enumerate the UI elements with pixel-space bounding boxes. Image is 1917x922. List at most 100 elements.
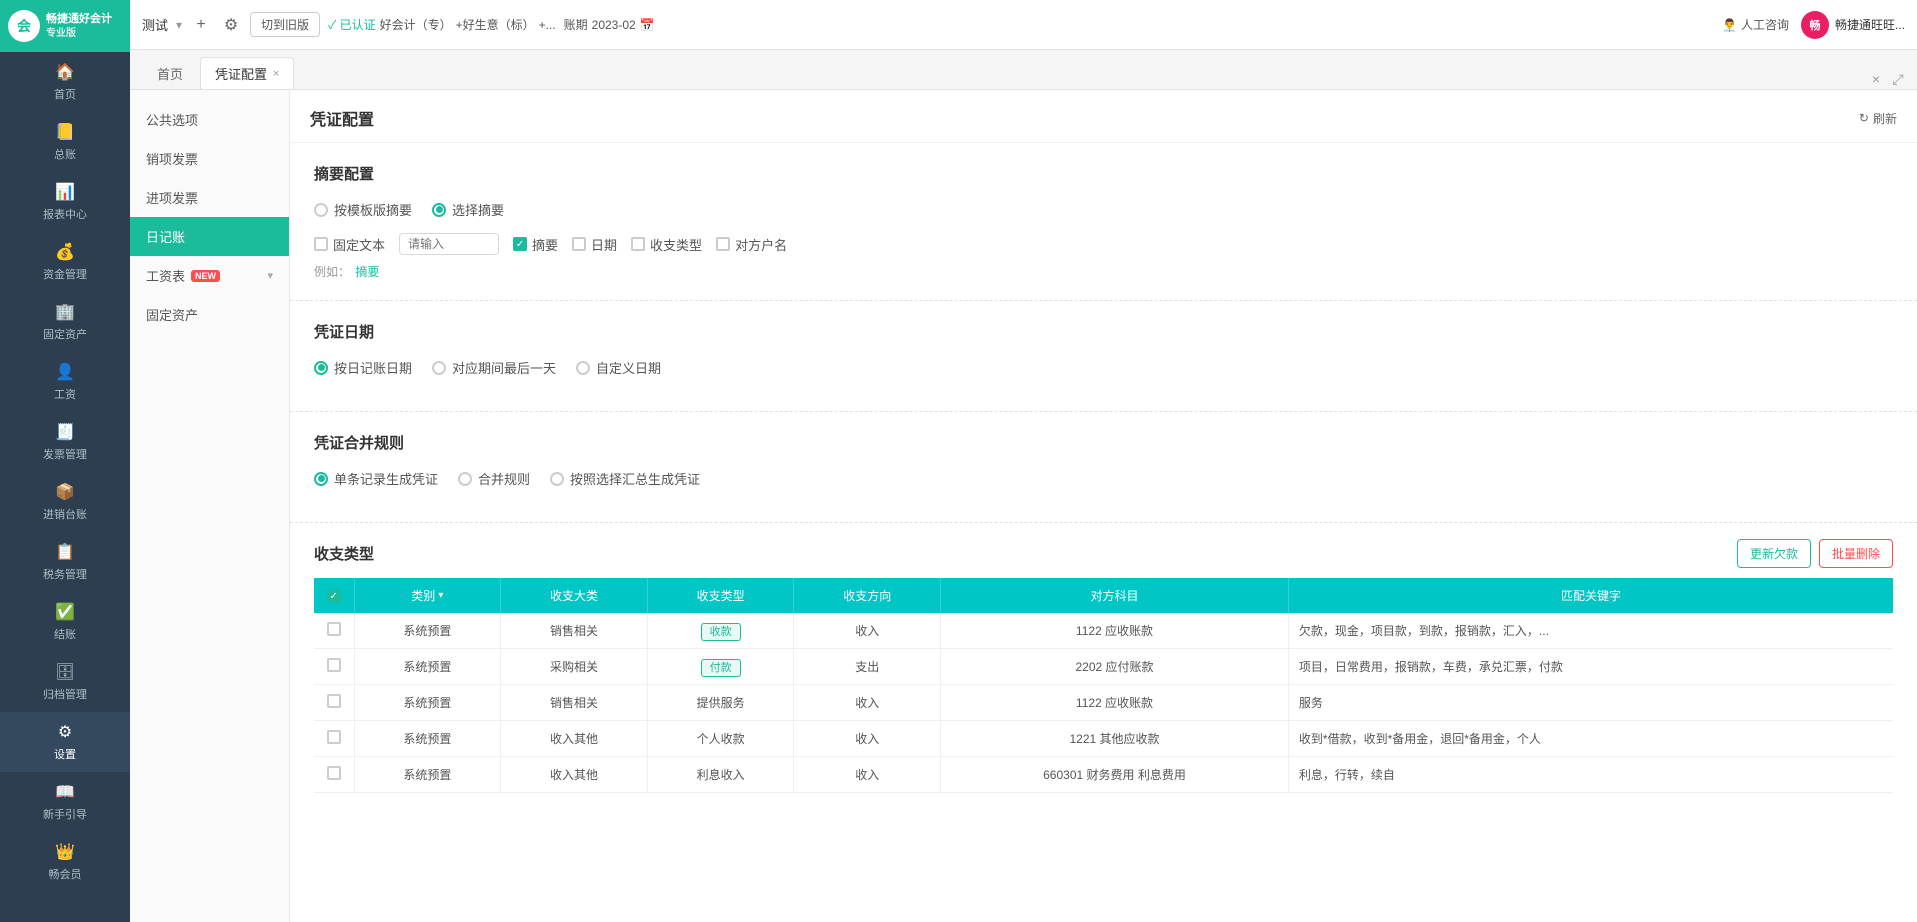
sidebar-item-purchase[interactable]: 📦 进销台账 — [0, 472, 130, 532]
sidebar-item-settings[interactable]: ⚙ 设置 — [0, 712, 130, 772]
radio-custom-date[interactable]: 自定义日期 — [576, 358, 661, 377]
sidebar-item-funds[interactable]: 💰 资金管理 — [0, 232, 130, 292]
row-account: 1122 应收账款 — [941, 685, 1289, 721]
consult-button[interactable]: 👨‍💼 人工咨询 — [1722, 16, 1789, 33]
settings-button[interactable]: ⚙ — [220, 14, 242, 36]
row-checkbox[interactable] — [327, 766, 341, 780]
table-row: 系统预置 销售相关 提供服务 收入 1122 应收账款 服务 — [314, 685, 1893, 721]
radio-journal-date-circle — [314, 361, 328, 375]
sub-sidebar-salary-label: 工资表 — [146, 266, 185, 285]
avatar: 畅 — [1801, 11, 1829, 39]
th-account: 对方科目 — [941, 578, 1289, 613]
user-menu[interactable]: 畅 畅捷通旺旺... — [1801, 11, 1905, 39]
row-major-type: 收入其他 — [501, 757, 648, 793]
window-close-button[interactable]: × — [1869, 71, 1883, 85]
radio-select[interactable]: 选择摘要 — [432, 200, 504, 219]
radio-journal-date[interactable]: 按日记账日期 — [314, 358, 412, 377]
radio-period-last-label: 对应期间最后一天 — [452, 358, 556, 377]
type-tag[interactable]: 收款 — [701, 623, 741, 641]
type-tag[interactable]: 付款 — [701, 659, 741, 677]
sub-sidebar-public-label: 公共选项 — [146, 110, 198, 129]
income-expense-section: 收支类型 更新欠款 批量删除 ✓ — [290, 523, 1917, 922]
sidebar-item-salary[interactable]: 👤 工资 — [0, 352, 130, 412]
checkbox-fixed-text[interactable]: 固定文本 — [314, 235, 385, 254]
row-checkbox[interactable] — [327, 730, 341, 744]
row-checkbox-cell — [314, 721, 354, 757]
fixed-text-input[interactable] — [399, 233, 499, 255]
row-checkbox[interactable] — [327, 694, 341, 708]
table-row: 系统预置 收入其他 利息收入 收入 660301 财务费用 利息费用 利息，行转… — [314, 757, 1893, 793]
checkbox-fixed-text-box — [314, 237, 328, 251]
row-checkbox-cell — [314, 613, 354, 649]
table-actions: 更新欠款 批量删除 — [1737, 539, 1893, 568]
refresh-button[interactable]: ↻ 刷新 — [1859, 110, 1897, 127]
checkbox-counterparty[interactable]: 对方户名 — [716, 235, 787, 254]
checkbox-summary[interactable]: ✓ 摘要 — [513, 235, 558, 254]
checkbox-type-label: 收支类型 — [650, 235, 702, 254]
sidebar-item-assets[interactable]: 🏢 固定资产 — [0, 292, 130, 352]
delete-btn[interactable]: 批量删除 — [1819, 539, 1893, 568]
summary-config-section: 摘要配置 按模板版摘要 选择摘要 — [290, 143, 1917, 301]
type-label: 利息收入 — [697, 768, 745, 782]
main-area: 测试 ▾ + ⚙ 切到旧版 ✓ 已认证 好会计（专） +好生意（标） +... … — [130, 0, 1917, 922]
checkbox-type[interactable]: 收支类型 — [631, 235, 702, 254]
voucher-date-radio-group: 按日记账日期 对应期间最后一天 自定义日期 — [314, 358, 1893, 377]
th-checkbox: ✓ — [314, 578, 354, 613]
company-dropdown-arrow[interactable]: ▾ — [176, 18, 182, 32]
checkbox-date-box — [572, 237, 586, 251]
sub-sidebar-item-public[interactable]: 公共选项 — [130, 100, 289, 139]
row-major-type: 采购相关 — [501, 649, 648, 685]
sub-sidebar-item-salary[interactable]: 工资表 NEW ▾ — [130, 256, 289, 295]
tab-close-icon[interactable]: × — [273, 68, 279, 80]
sub-sidebar-item-journal[interactable]: 日记账 — [130, 217, 289, 256]
radio-journal-date-label: 按日记账日期 — [334, 358, 412, 377]
tab-voucher-config[interactable]: 凭证配置 × — [200, 57, 294, 89]
certified-status: ✓ 已认证 好会计（专） +好生意（标） +... — [328, 16, 556, 33]
sidebar-item-reports[interactable]: 📊 报表中心 — [0, 172, 130, 232]
radio-summary-gen-circle — [550, 472, 564, 486]
sub-sidebar-item-sales-invoice[interactable]: 销项发票 — [130, 139, 289, 178]
window-expand-button[interactable]: ⤢ — [1891, 71, 1905, 85]
select-all-checkbox[interactable]: ✓ — [327, 589, 341, 603]
sidebar-item-tax[interactable]: 📋 税务管理 — [0, 532, 130, 592]
consult-label: 人工咨询 — [1741, 16, 1789, 33]
example-text: 例如： 摘要 — [314, 263, 1893, 280]
sub-sidebar-item-purchase-invoice[interactable]: 进项发票 — [130, 178, 289, 217]
tab-home[interactable]: 首页 — [142, 57, 198, 89]
sidebar-item-invoice[interactable]: 🧾 发票管理 — [0, 412, 130, 472]
radio-single-record[interactable]: 单条记录生成凭证 — [314, 469, 438, 488]
switch-version-button[interactable]: 切到旧版 — [250, 12, 320, 37]
period-display: 账期 2023-02 📅 — [564, 16, 655, 33]
add-button[interactable]: + — [190, 14, 212, 36]
radio-custom-date-label: 自定义日期 — [596, 358, 661, 377]
row-major-type: 收入其他 — [501, 721, 648, 757]
radio-period-last[interactable]: 对应期间最后一天 — [432, 358, 556, 377]
sidebar-item-ledger[interactable]: 📒 总账 — [0, 112, 130, 172]
checkbox-date[interactable]: 日期 — [572, 235, 617, 254]
radio-summary-gen[interactable]: 按照选择汇总生成凭证 — [550, 469, 700, 488]
th-direction: 收支方向 — [794, 578, 941, 613]
table-row: 系统预置 采购相关 付款 支出 2202 应付账款 项目，日常费用，报销款，车费… — [314, 649, 1893, 685]
sub-sidebar-item-fixed-assets[interactable]: 固定资产 — [130, 295, 289, 334]
sidebar-item-member[interactable]: 👑 畅会员 — [0, 832, 130, 892]
refresh-icon: ↻ — [1859, 111, 1869, 125]
sidebar-item-archive[interactable]: 🗄 归档管理 — [0, 652, 130, 712]
row-checkbox[interactable] — [327, 658, 341, 672]
tab-voucher-config-label: 凭证配置 — [215, 64, 267, 83]
sidebar-item-settle[interactable]: ✅ 结账 — [0, 592, 130, 652]
update-btn[interactable]: 更新欠款 — [1737, 539, 1811, 568]
row-checkbox[interactable] — [327, 622, 341, 636]
radio-merge-rule[interactable]: 合并规则 — [458, 469, 530, 488]
assets-icon: 🏢 — [55, 302, 75, 322]
tabbar: 首页 凭证配置 × × ⤢ — [130, 50, 1917, 90]
radio-template[interactable]: 按模板版摘要 — [314, 200, 412, 219]
topbar: 测试 ▾ + ⚙ 切到旧版 ✓ 已认证 好会计（专） +好生意（标） +... … — [130, 0, 1917, 50]
tax-icon: 📋 — [55, 542, 75, 562]
row-category: 系统预置 — [354, 649, 501, 685]
sidebar-item-guide[interactable]: 📖 新手引导 — [0, 772, 130, 832]
radio-journal-date-dot — [318, 364, 325, 371]
sidebar-item-home[interactable]: 🏠 首页 — [0, 52, 130, 112]
summary-radio-group: 按模板版摘要 选择摘要 — [314, 200, 1893, 219]
settle-icon: ✅ — [55, 602, 75, 622]
calendar-icon[interactable]: 📅 — [640, 18, 655, 32]
